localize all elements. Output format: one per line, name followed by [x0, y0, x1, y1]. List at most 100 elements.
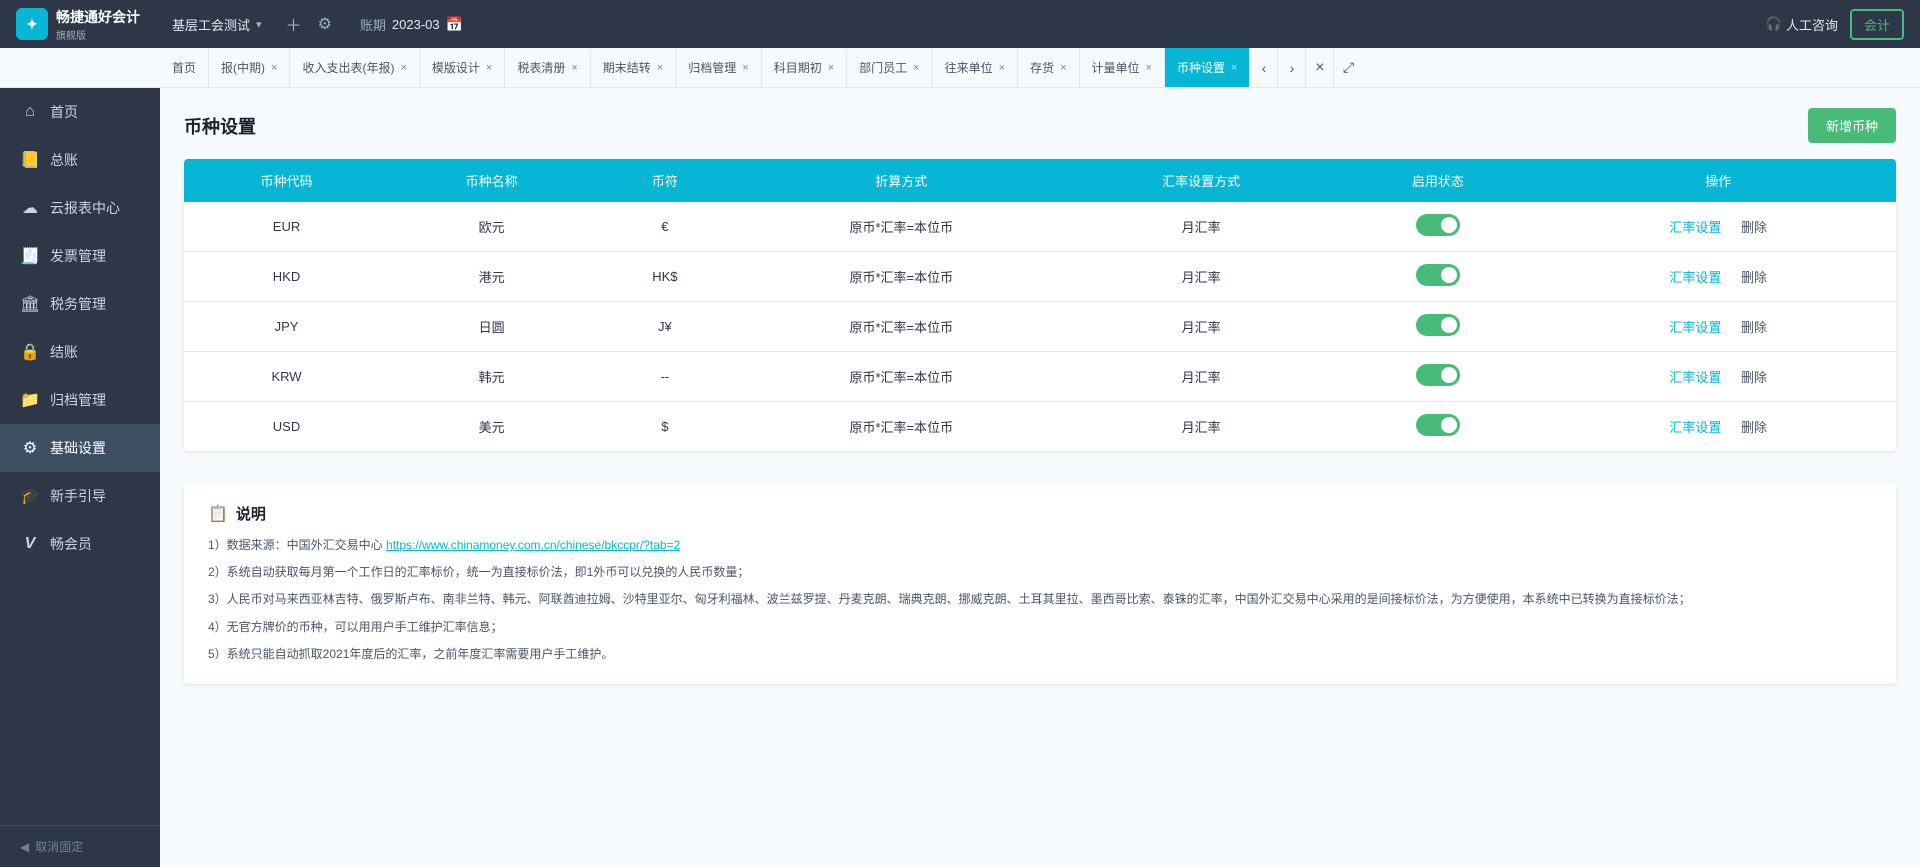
- tab-annual-report[interactable]: 收入支出表(年报) ×: [290, 48, 419, 87]
- new-currency-button[interactable]: 新增币种: [1808, 108, 1896, 143]
- tab-prev-button[interactable]: ‹: [1250, 48, 1278, 87]
- enabled-toggle[interactable]: [1416, 364, 1460, 386]
- tab-currency[interactable]: 币种设置 ×: [1165, 48, 1250, 87]
- delete-button[interactable]: 删除: [1741, 270, 1767, 285]
- table-row: EUR 欧元 € 原币*汇率=本位币 月汇率 汇率设置 删除: [184, 202, 1896, 252]
- tab-tax-label: 税表清册: [517, 59, 565, 76]
- sidebar-item-tax[interactable]: 🏛 税务管理: [0, 280, 160, 328]
- logo-icon: ✦: [16, 8, 48, 40]
- sidebar-item-guide[interactable]: 🎓 新手引导: [0, 472, 160, 520]
- cell-symbol: --: [594, 352, 736, 402]
- support-label: 人工咨询: [1786, 15, 1838, 34]
- tab-subject[interactable]: 科目期初 ×: [762, 48, 847, 87]
- tab-template[interactable]: 模版设计 ×: [420, 48, 505, 87]
- cell-actions: 汇率设置 删除: [1540, 402, 1896, 452]
- tab-archive[interactable]: 归档管理 ×: [676, 48, 761, 87]
- support-button[interactable]: 🎧 人工咨询: [1766, 15, 1838, 34]
- tab-department[interactable]: 部门员工 ×: [847, 48, 932, 87]
- headset-icon: 🎧: [1766, 16, 1782, 32]
- table-row: USD 美元 $ 原币*汇率=本位币 月汇率 汇率设置 删除: [184, 402, 1896, 452]
- cell-symbol: €: [594, 202, 736, 252]
- cell-rate-method: 月汇率: [1067, 302, 1336, 352]
- close-icon[interactable]: ×: [999, 62, 1005, 74]
- close-icon[interactable]: ×: [913, 62, 919, 74]
- cell-toggle[interactable]: [1335, 302, 1540, 352]
- close-icon[interactable]: ×: [1060, 62, 1066, 74]
- gear-icon: ⚙: [20, 438, 40, 458]
- delete-button[interactable]: 删除: [1741, 370, 1767, 385]
- tab-tax[interactable]: 税表清册 ×: [505, 48, 590, 87]
- tab-partner[interactable]: 往来单位 ×: [933, 48, 1018, 87]
- archive-icon: 📁: [20, 390, 40, 410]
- cell-name: 日圆: [389, 302, 594, 352]
- sidebar-item-ledger[interactable]: 📒 总账: [0, 136, 160, 184]
- sidebar-item-invoice[interactable]: 🧾 发票管理: [0, 232, 160, 280]
- tab-home[interactable]: 首页: [160, 48, 209, 87]
- tab-next-button[interactable]: ›: [1278, 48, 1306, 87]
- tab-home-label: 首页: [172, 59, 196, 76]
- rate-settings-button[interactable]: 汇率设置: [1669, 370, 1721, 385]
- cell-toggle[interactable]: [1335, 352, 1540, 402]
- cell-toggle[interactable]: [1335, 252, 1540, 302]
- period-value: 2023-03: [392, 17, 440, 32]
- sidebar-item-close[interactable]: 🔒 结账: [0, 328, 160, 376]
- enabled-toggle[interactable]: [1416, 214, 1460, 236]
- rate-settings-button[interactable]: 汇率设置: [1669, 270, 1721, 285]
- page-title-row: 币种设置 新增币种: [184, 108, 1896, 143]
- close-icon[interactable]: ×: [828, 62, 834, 74]
- tab-unit[interactable]: 计量单位 ×: [1080, 48, 1165, 87]
- tab-department-label: 部门员工: [859, 59, 907, 76]
- tab-period-close[interactable]: 期末结转 ×: [591, 48, 676, 87]
- currency-table: 币种代码 币种名称 币符 折算方式 汇率设置方式 启用状态 操作 EUR 欧元 …: [184, 159, 1896, 451]
- delete-button[interactable]: 删除: [1741, 220, 1767, 235]
- cell-symbol: J¥: [594, 302, 736, 352]
- tab-template-label: 模版设计: [432, 59, 480, 76]
- sidebar-item-home[interactable]: ⌂ 首页: [0, 88, 160, 136]
- cell-rate-method: 月汇率: [1067, 402, 1336, 452]
- enabled-toggle[interactable]: [1416, 264, 1460, 286]
- close-icon[interactable]: ×: [1231, 62, 1237, 74]
- app-logo: ✦ 畅捷通好会计 旗舰版: [16, 7, 140, 42]
- sidebar-item-member[interactable]: V 畅会员: [0, 520, 160, 568]
- close-icon[interactable]: ×: [486, 62, 492, 74]
- enabled-toggle[interactable]: [1416, 414, 1460, 436]
- close-icon[interactable]: ×: [571, 62, 577, 74]
- delete-button[interactable]: 删除: [1741, 420, 1767, 435]
- settings-icon[interactable]: ⚙: [314, 10, 336, 38]
- cell-code: EUR: [184, 202, 389, 252]
- tab-expand-button[interactable]: ⤢: [1334, 48, 1362, 87]
- header-actions: ＋ ⚙: [282, 8, 336, 40]
- rate-settings-button[interactable]: 汇率设置: [1669, 420, 1721, 435]
- add-tab-button[interactable]: ＋: [282, 8, 306, 40]
- account-button[interactable]: 会计: [1850, 9, 1904, 40]
- rate-settings-button[interactable]: 汇率设置: [1669, 320, 1721, 335]
- close-icon[interactable]: ×: [400, 62, 406, 74]
- rate-settings-button[interactable]: 汇率设置: [1669, 220, 1721, 235]
- delete-button[interactable]: 删除: [1741, 320, 1767, 335]
- sidebar-item-settings[interactable]: ⚙ 基础设置: [0, 424, 160, 472]
- company-selector[interactable]: 基层工会测试 ▾: [172, 15, 262, 34]
- cell-actions: 汇率设置 删除: [1540, 252, 1896, 302]
- cell-toggle[interactable]: [1335, 402, 1540, 452]
- enabled-toggle[interactable]: [1416, 314, 1460, 336]
- close-icon[interactable]: ×: [1146, 62, 1152, 74]
- calendar-icon[interactable]: 📅: [446, 16, 463, 33]
- tab-mid-report[interactable]: 报(中期) ×: [209, 48, 290, 87]
- close-icon[interactable]: ×: [271, 62, 277, 74]
- top-header: ✦ 畅捷通好会计 旗舰版 基层工会测试 ▾ ＋ ⚙ 账期 2023-03 📅 🎧…: [0, 0, 1920, 48]
- tab-inventory-label: 存货: [1030, 59, 1054, 76]
- note-link[interactable]: https://www.chinamoney.com.cn/chinese/bk…: [386, 538, 680, 552]
- sidebar-pin-toggle[interactable]: ◀ 取消固定: [0, 825, 160, 867]
- tab-inventory[interactable]: 存货 ×: [1018, 48, 1079, 87]
- sidebar-item-reports[interactable]: ☁ 云报表中心: [0, 184, 160, 232]
- close-icon[interactable]: ×: [742, 62, 748, 74]
- page-title: 币种设置: [184, 113, 256, 139]
- close-icon[interactable]: ×: [657, 62, 663, 74]
- cell-toggle[interactable]: [1335, 202, 1540, 252]
- note-item: 4）无官方牌价的币种，可以用用户手工维护汇率信息；: [208, 618, 1872, 637]
- sidebar-item-archive[interactable]: 📁 归档管理: [0, 376, 160, 424]
- cell-actions: 汇率设置 删除: [1540, 302, 1896, 352]
- cell-code: JPY: [184, 302, 389, 352]
- sidebar-item-member-label: 畅会员: [50, 534, 92, 554]
- tab-close-all-button[interactable]: ×: [1306, 48, 1334, 87]
